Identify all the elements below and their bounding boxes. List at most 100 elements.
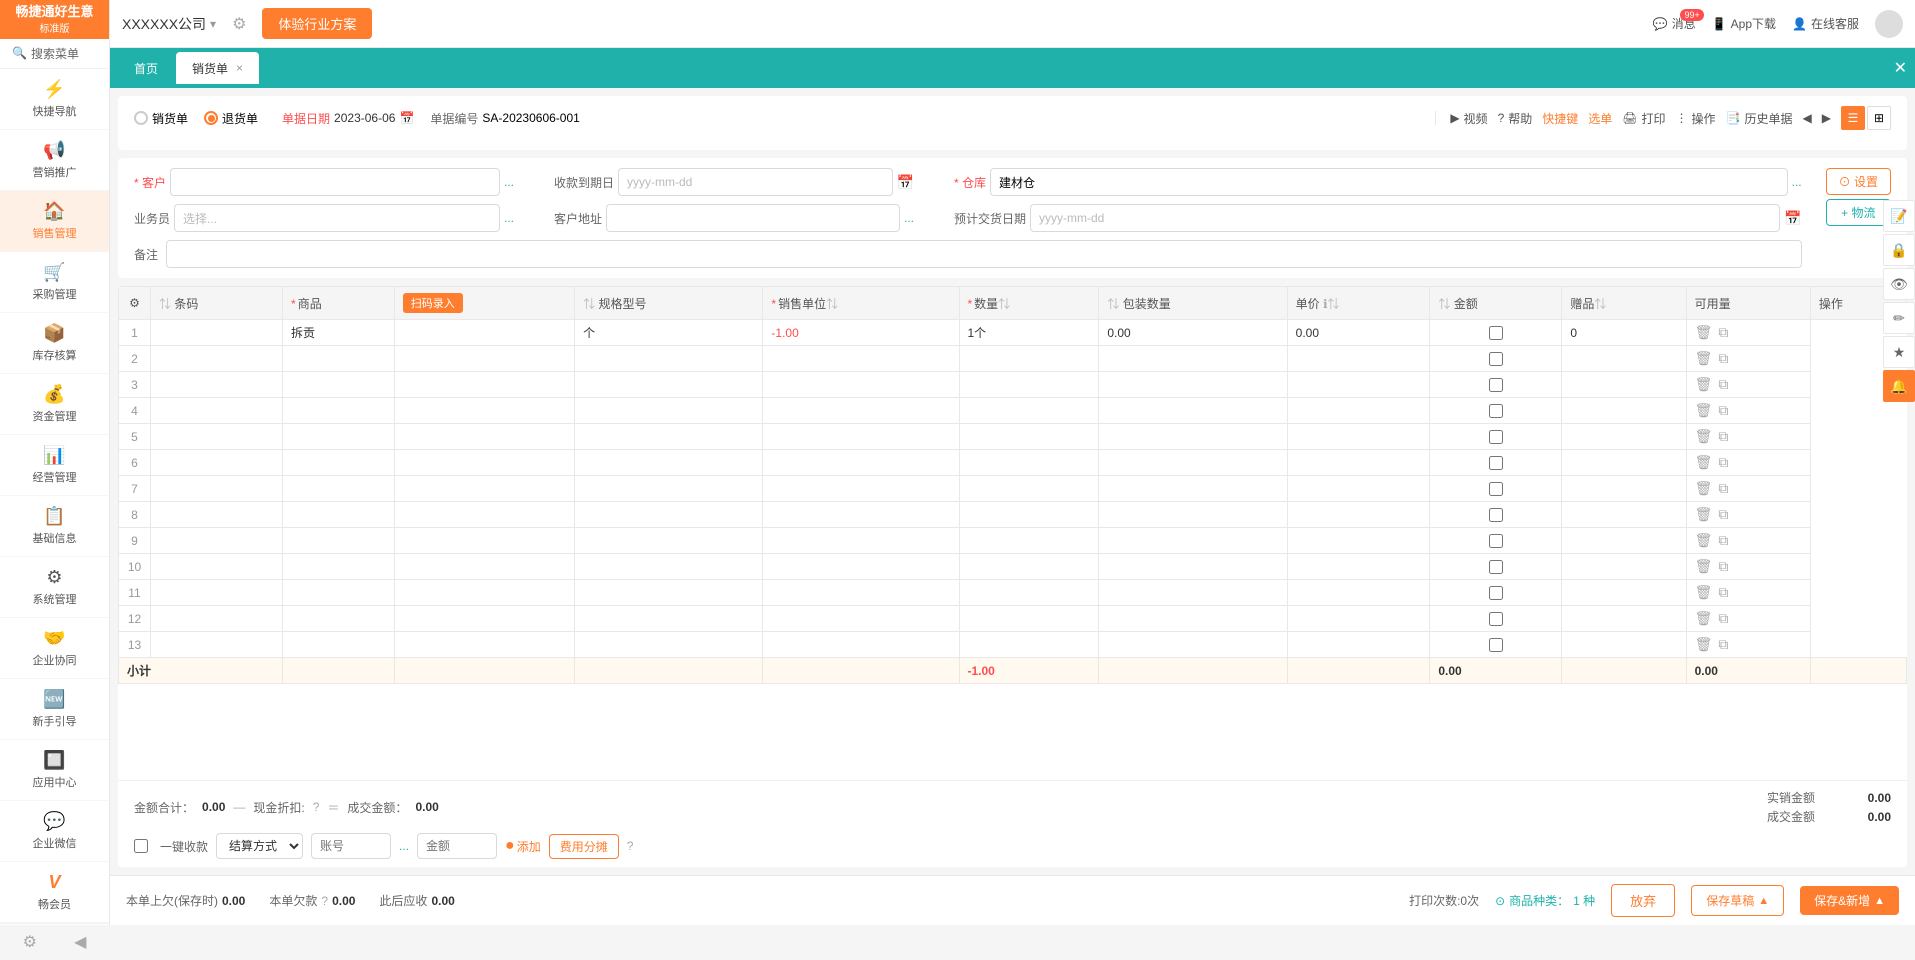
row-unit[interactable]	[575, 502, 763, 528]
payment-account-input[interactable]	[311, 833, 391, 859]
row-pack-qty[interactable]	[959, 372, 1099, 398]
row-unit-price[interactable]	[1099, 580, 1287, 606]
row-copy-btn[interactable]: ⧉	[1718, 610, 1728, 627]
topbar-gear-icon[interactable]: ⚙	[232, 14, 246, 34]
gift-checkbox[interactable]	[1489, 430, 1503, 444]
save-draft-button[interactable]: 保存草稿 ▲	[1691, 885, 1784, 916]
sort-icon[interactable]: ⇅	[998, 297, 1010, 311]
delivery-date-calendar-icon[interactable]: 📅	[1784, 210, 1801, 227]
float-note-btn[interactable]: 📝	[1883, 200, 1915, 232]
salesperson-input[interactable]: 选择...	[174, 204, 500, 232]
row-delete-btn[interactable]: 🗑	[1695, 324, 1713, 341]
row-gift[interactable]	[1430, 476, 1562, 502]
row-pack-qty[interactable]	[959, 528, 1099, 554]
row-amount[interactable]	[1287, 554, 1430, 580]
one-click-payment-checkbox[interactable]	[134, 839, 148, 853]
row-gift[interactable]	[1430, 450, 1562, 476]
row-amount[interactable]	[1287, 502, 1430, 528]
row-barcode[interactable]	[151, 346, 283, 372]
row-qty[interactable]	[763, 372, 959, 398]
row-barcode[interactable]	[151, 606, 283, 632]
customer-addr-input[interactable]	[606, 204, 900, 232]
expense-split-button[interactable]: 费用分摊	[549, 834, 619, 859]
tab-sales-order[interactable]: 销货单 ×	[176, 52, 259, 84]
row-delete-btn[interactable]: 🗑	[1695, 428, 1713, 445]
row-gift[interactable]	[1430, 320, 1562, 346]
row-spec[interactable]	[394, 372, 574, 398]
row-copy-btn[interactable]: ⧉	[1718, 376, 1728, 393]
row-product[interactable]: 拆贡	[283, 320, 395, 346]
row-product[interactable]	[283, 346, 395, 372]
row-qty[interactable]	[763, 476, 959, 502]
row-unit-price[interactable]: 0.00	[1099, 320, 1287, 346]
row-qty[interactable]	[763, 424, 959, 450]
row-spec[interactable]	[394, 606, 574, 632]
row-amount[interactable]	[1287, 632, 1430, 658]
video-btn[interactable]: ▶视频	[1450, 110, 1487, 127]
row-delete-btn[interactable]: 🗑	[1695, 610, 1713, 627]
row-delete-btn[interactable]: 🗑	[1695, 454, 1713, 471]
payment-due-input[interactable]: yyyy-mm-dd	[618, 168, 893, 196]
logistics-button[interactable]: + 物流	[1826, 199, 1891, 226]
row-unit[interactable]	[575, 372, 763, 398]
row-barcode[interactable]	[151, 372, 283, 398]
row-gift[interactable]	[1430, 580, 1562, 606]
single-owe-question[interactable]: ?	[321, 894, 328, 908]
gift-checkbox[interactable]	[1489, 456, 1503, 470]
view-grid-btn[interactable]: ⊞	[1867, 106, 1891, 130]
row-unit-price[interactable]	[1099, 346, 1287, 372]
row-spec[interactable]	[394, 398, 574, 424]
row-unit[interactable]	[575, 528, 763, 554]
gift-checkbox[interactable]	[1489, 534, 1503, 548]
row-unit-price[interactable]	[1099, 372, 1287, 398]
sort-icon[interactable]: ⇅	[159, 297, 171, 311]
row-unit[interactable]	[575, 606, 763, 632]
sidebar-search[interactable]: 🔍 搜索菜单	[0, 39, 109, 69]
scan-input-button[interactable]: 扫码录入	[403, 293, 463, 313]
online-service-button[interactable]: 👤 在线客服	[1792, 15, 1859, 32]
row-unit[interactable]: 个	[575, 320, 763, 346]
row-spec[interactable]	[394, 476, 574, 502]
row-delete-btn[interactable]: 🗑	[1695, 506, 1713, 523]
notes-input[interactable]	[166, 240, 1802, 268]
gift-checkbox[interactable]	[1489, 638, 1503, 652]
sidebar-item-capital[interactable]: 💰 资金管理	[0, 374, 109, 435]
salesperson-dots[interactable]: ...	[504, 211, 514, 225]
trial-button[interactable]: 体验行业方案	[262, 8, 372, 39]
customer-input[interactable]	[170, 168, 500, 196]
row-spec[interactable]	[394, 346, 574, 372]
row-pack-qty[interactable]: 1个	[959, 320, 1099, 346]
row-copy-btn[interactable]: ⧉	[1718, 324, 1728, 341]
row-amount[interactable]	[1287, 606, 1430, 632]
row-product[interactable]	[283, 476, 395, 502]
row-product[interactable]	[283, 502, 395, 528]
customer-dots[interactable]: ...	[504, 175, 514, 189]
row-barcode[interactable]	[151, 424, 283, 450]
sidebar-item-operations[interactable]: 📊 经营管理	[0, 435, 109, 496]
sort-icon[interactable]: ⇅	[1438, 297, 1450, 311]
row-gift[interactable]	[1430, 424, 1562, 450]
row-copy-btn[interactable]: ⧉	[1718, 454, 1728, 471]
gift-checkbox[interactable]	[1489, 352, 1503, 366]
float-orange-btn[interactable]: 🔔	[1883, 370, 1915, 402]
row-gift[interactable]	[1430, 372, 1562, 398]
row-gift[interactable]	[1430, 632, 1562, 658]
gift-checkbox[interactable]	[1489, 326, 1503, 340]
row-copy-btn[interactable]: ⧉	[1718, 636, 1728, 653]
sidebar-item-wechat[interactable]: 💬 企业微信	[0, 801, 109, 862]
row-amount[interactable]	[1287, 580, 1430, 606]
row-pack-qty[interactable]	[959, 606, 1099, 632]
row-unit[interactable]	[575, 554, 763, 580]
row-spec[interactable]	[394, 450, 574, 476]
row-spec[interactable]	[394, 424, 574, 450]
gift-checkbox[interactable]	[1489, 404, 1503, 418]
row-amount[interactable]	[1287, 372, 1430, 398]
row-spec[interactable]	[394, 554, 574, 580]
row-unit[interactable]	[575, 424, 763, 450]
row-copy-btn[interactable]: ⧉	[1718, 350, 1728, 367]
payment-due-calendar-icon[interactable]: 📅	[897, 174, 914, 191]
row-barcode[interactable]	[151, 502, 283, 528]
tabbar-close-all-icon[interactable]: ✕	[1894, 58, 1907, 78]
row-copy-btn[interactable]: ⧉	[1718, 402, 1728, 419]
sidebar-item-inventory[interactable]: 📦 库存核算	[0, 313, 109, 374]
